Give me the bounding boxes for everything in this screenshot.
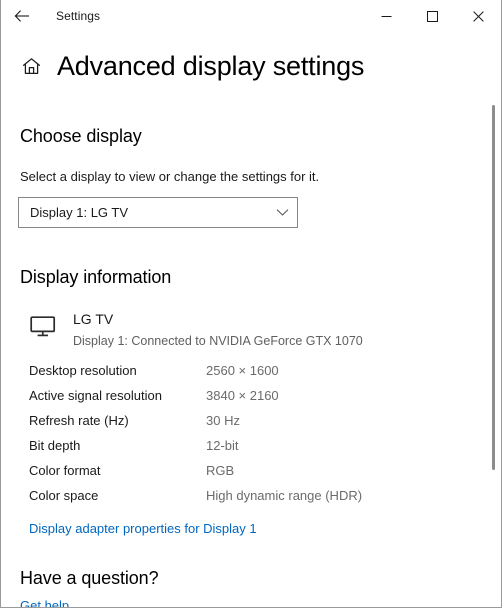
vertical-scrollbar[interactable]: [489, 33, 499, 606]
display-select-value: Display 1: LG TV: [30, 205, 129, 221]
app-title: Settings: [56, 9, 101, 23]
display-spec-table: Desktop resolution 2560 × 1600 Active si…: [1, 363, 501, 513]
spec-value: RGB: [206, 463, 235, 479]
display-information-heading: Display information: [20, 267, 172, 288]
spec-label: Refresh rate (Hz): [29, 413, 129, 429]
spec-row: Bit depth 12-bit: [29, 438, 501, 463]
spec-value: 3840 × 2160: [206, 388, 279, 404]
spec-row: Refresh rate (Hz) 30 Hz: [29, 413, 501, 438]
monitor-icon: [29, 311, 57, 349]
settings-content: Advanced display settings Choose display…: [1, 33, 501, 607]
spec-row: Color space High dynamic range (HDR): [29, 488, 501, 513]
spec-label: Color format: [29, 463, 101, 479]
page-header: Advanced display settings: [1, 51, 501, 82]
choose-display-heading: Choose display: [20, 126, 142, 147]
spec-label: Color space: [29, 488, 99, 504]
adapter-link-row: Display adapter properties for Display 1: [1, 520, 501, 538]
page-title: Advanced display settings: [57, 51, 365, 81]
spec-row: Desktop resolution 2560 × 1600: [29, 363, 501, 388]
device-connection: Display 1: Connected to NVIDIA GeForce G…: [73, 333, 363, 348]
minimize-icon: [381, 15, 391, 17]
spec-value: 30 Hz: [206, 413, 240, 429]
spec-row: Active signal resolution 3840 × 2160: [29, 388, 501, 413]
spec-label: Desktop resolution: [29, 363, 137, 379]
close-button[interactable]: [455, 0, 501, 32]
close-icon: [472, 10, 484, 22]
home-icon[interactable]: [18, 54, 44, 80]
back-button[interactable]: [1, 0, 43, 32]
back-arrow-icon: [14, 10, 29, 22]
caption-buttons: [363, 0, 501, 32]
choose-display-description: Select a display to view or change the s…: [20, 169, 320, 185]
get-help-link[interactable]: Get help: [20, 598, 69, 607]
settings-window: Settings Advanced display settings Choos…: [0, 0, 502, 608]
device-row: LG TV Display 1: Connected to NVIDIA GeF…: [1, 311, 501, 349]
home-glyph-icon: [22, 58, 40, 75]
maximize-icon: [426, 10, 438, 22]
scrollbar-thumb[interactable]: [492, 105, 495, 470]
maximize-button[interactable]: [409, 0, 455, 32]
get-help-row: Get help: [1, 597, 501, 607]
device-name: LG TV: [73, 311, 114, 328]
spec-value: 12-bit: [206, 438, 239, 454]
display-adapter-properties-link[interactable]: Display adapter properties for Display 1: [29, 521, 257, 536]
spec-value: High dynamic range (HDR): [206, 488, 363, 504]
spec-row: Color format RGB: [29, 463, 501, 488]
have-a-question-heading: Have a question?: [20, 568, 159, 589]
title-bar: Settings: [1, 0, 501, 33]
spec-value: 2560 × 1600: [206, 363, 279, 379]
device-text: LG TV Display 1: Connected to NVIDIA GeF…: [73, 311, 363, 349]
spec-label: Bit depth: [29, 438, 81, 454]
minimize-button[interactable]: [363, 0, 409, 32]
chevron-down-icon: [267, 208, 297, 217]
spec-label: Active signal resolution: [29, 388, 162, 404]
display-select-dropdown[interactable]: Display 1: LG TV: [18, 197, 298, 229]
